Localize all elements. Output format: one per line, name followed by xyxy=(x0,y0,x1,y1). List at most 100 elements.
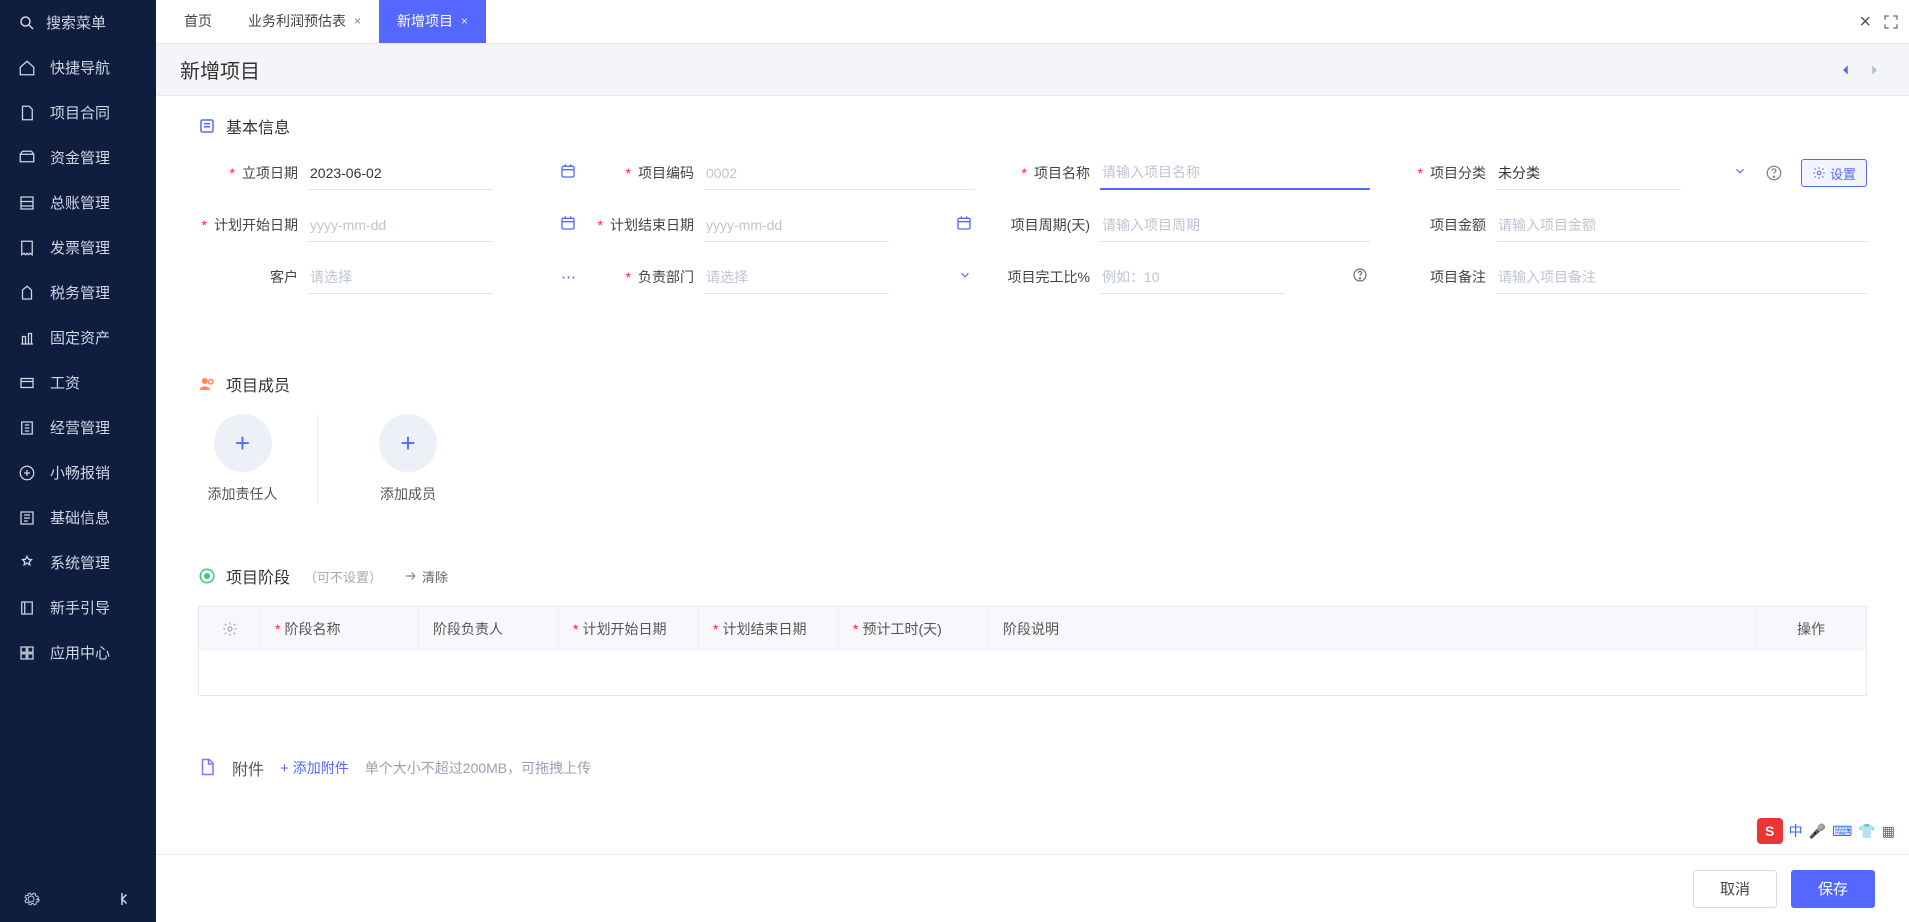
input-proj-code[interactable] xyxy=(704,156,974,190)
collapse-sidebar-icon[interactable] xyxy=(116,890,134,908)
input-plan-start[interactable] xyxy=(308,208,493,242)
doc-icon xyxy=(18,104,36,122)
sidebar-item-label: 总账管理 xyxy=(50,192,110,213)
search-icon xyxy=(18,14,36,32)
attachment-hint: 单个大小不超过200MB，可拖拽上传 xyxy=(365,758,591,778)
input-complete-pct[interactable] xyxy=(1100,260,1285,294)
add-owner-button[interactable]: + xyxy=(214,414,272,472)
sidebar-item-8[interactable]: 经营管理 xyxy=(0,405,156,450)
select-proj-cat[interactable] xyxy=(1496,156,1681,190)
col-stage-name: 阶段名称 xyxy=(261,607,419,651)
salary-icon xyxy=(18,374,36,392)
attachments-title: 附件 xyxy=(232,756,264,780)
tab-2[interactable]: 新增项目× xyxy=(379,0,486,43)
calendar-icon[interactable] xyxy=(560,215,576,235)
label-proj-code: 项目编码 xyxy=(594,163,694,183)
help-icon[interactable] xyxy=(1765,164,1783,182)
sidebar-item-9[interactable]: 小畅报销 xyxy=(0,450,156,495)
add-member-label: 添加成员 xyxy=(380,484,436,504)
sidebar-item-12[interactable]: 新手引导 xyxy=(0,585,156,630)
sidebar-item-10[interactable]: 基础信息 xyxy=(0,495,156,540)
close-icon[interactable]: × xyxy=(461,14,468,28)
close-icon[interactable]: × xyxy=(354,14,361,28)
invoice-icon xyxy=(18,239,36,257)
pager-next-icon[interactable] xyxy=(1863,59,1885,81)
calendar-icon[interactable] xyxy=(956,215,972,235)
input-amount[interactable] xyxy=(1496,208,1867,242)
sidebar-item-label: 项目合同 xyxy=(50,102,110,123)
proj-cat-settings-button[interactable]: 设置 xyxy=(1801,159,1867,187)
sidebar-item-label: 新手引导 xyxy=(50,597,110,618)
guide-icon xyxy=(18,599,36,617)
home-icon xyxy=(18,59,36,77)
add-attachment-button[interactable]: + 添加附件 xyxy=(280,758,349,778)
input-plan-end[interactable] xyxy=(704,208,889,242)
ime-lang-chip: 中 xyxy=(1789,821,1803,841)
input-remark[interactable] xyxy=(1496,260,1867,294)
section-stages: 项目阶段 （可不设置） 清除 阶段名称 阶段负责人 计划开始日期 xyxy=(170,546,1895,722)
input-period[interactable] xyxy=(1100,208,1370,242)
sidebar-item-6[interactable]: 固定资产 xyxy=(0,315,156,360)
add-owner-label: 添加责任人 xyxy=(208,484,278,504)
system-icon xyxy=(18,554,36,572)
sidebar-item-label: 税务管理 xyxy=(50,282,110,303)
col-gear[interactable] xyxy=(199,607,261,651)
fullscreen-icon[interactable] xyxy=(1881,12,1901,32)
sidebar-item-label: 应用中心 xyxy=(50,642,110,663)
stages-table: 阶段名称 阶段负责人 计划开始日期 计划结束日期 预计工时(天) 阶段说明 操作 xyxy=(198,606,1867,696)
calendar-icon[interactable] xyxy=(560,163,576,183)
sidebar-item-13[interactable]: 应用中心 xyxy=(0,630,156,675)
section-attachments: 附件 + 添加附件 单个大小不超过200MB，可拖拽上传 xyxy=(170,738,1895,806)
sidebar-item-label: 固定资产 xyxy=(50,327,110,348)
settings-gear-icon[interactable] xyxy=(22,890,40,908)
close-all-tabs-icon[interactable]: × xyxy=(1859,11,1871,34)
sidebar-item-label: 快捷导航 xyxy=(50,57,110,78)
select-dept[interactable] xyxy=(704,260,889,294)
sidebar-item-3[interactable]: 总账管理 xyxy=(0,180,156,225)
ledger-icon xyxy=(18,194,36,212)
tab-0[interactable]: 首页 xyxy=(166,0,230,43)
stages-optional-hint: （可不设置） xyxy=(304,567,382,586)
chevron-down-icon[interactable] xyxy=(958,268,972,286)
pager-prev-icon[interactable] xyxy=(1835,59,1857,81)
table-head: 阶段名称 阶段负责人 计划开始日期 计划结束日期 预计工时(天) 阶段说明 操作 xyxy=(199,607,1866,651)
sidebar-item-11[interactable]: 系统管理 xyxy=(0,540,156,585)
sidebar-item-1[interactable]: 项目合同 xyxy=(0,90,156,135)
sidebar-item-7[interactable]: 工资 xyxy=(0,360,156,405)
sidebar-item-label: 发票管理 xyxy=(50,237,110,258)
sidebar-item-label: 系统管理 xyxy=(50,552,110,573)
chevron-down-icon[interactable] xyxy=(1733,164,1747,182)
sidebar-item-label: 资金管理 xyxy=(50,147,110,168)
sidebar-item-0[interactable]: 快捷导航 xyxy=(0,45,156,90)
select-customer[interactable] xyxy=(308,260,493,294)
sogou-ime-icon: S xyxy=(1757,818,1783,844)
sidebar-search[interactable]: 搜索菜单 xyxy=(0,0,156,45)
basic-section-icon xyxy=(198,117,216,135)
sidebar-item-4[interactable]: 发票管理 xyxy=(0,225,156,270)
help-icon[interactable] xyxy=(1352,267,1368,287)
label-period: 项目周期(天) xyxy=(990,215,1090,235)
label-proj-name: 项目名称 xyxy=(990,163,1090,183)
cancel-button[interactable]: 取消 xyxy=(1693,870,1777,908)
col-stage-owner: 阶段负责人 xyxy=(419,607,559,651)
tax-icon xyxy=(18,284,36,302)
sidebar-item-label: 工资 xyxy=(50,372,80,393)
label-complete-pct: 项目完工比% xyxy=(990,267,1090,287)
more-icon[interactable]: ⋯ xyxy=(561,268,576,286)
col-plan-start: 计划开始日期 xyxy=(559,607,699,651)
ime-skin-icon: 👕 xyxy=(1858,823,1875,840)
label-plan-end: 计划结束日期 xyxy=(594,215,694,235)
add-member-button[interactable]: + xyxy=(379,414,437,472)
sidebar-item-label: 基础信息 xyxy=(50,507,110,528)
ime-mic-icon: 🎤 xyxy=(1809,823,1826,840)
sidebar-item-5[interactable]: 税务管理 xyxy=(0,270,156,315)
section-title: 项目成员 xyxy=(226,372,290,396)
tab-1[interactable]: 业务利润预估表× xyxy=(230,0,379,43)
tab-bar: 首页业务利润预估表×新增项目× × xyxy=(156,0,1909,44)
clear-stages-button[interactable]: 清除 xyxy=(404,567,448,586)
section-basic: 基本信息 立项日期 项目编码 xyxy=(170,96,1895,338)
save-button[interactable]: 保存 xyxy=(1791,870,1875,908)
sidebar-item-2[interactable]: 资金管理 xyxy=(0,135,156,180)
input-proj-name[interactable] xyxy=(1100,156,1370,190)
input-lx-date[interactable] xyxy=(308,156,493,190)
